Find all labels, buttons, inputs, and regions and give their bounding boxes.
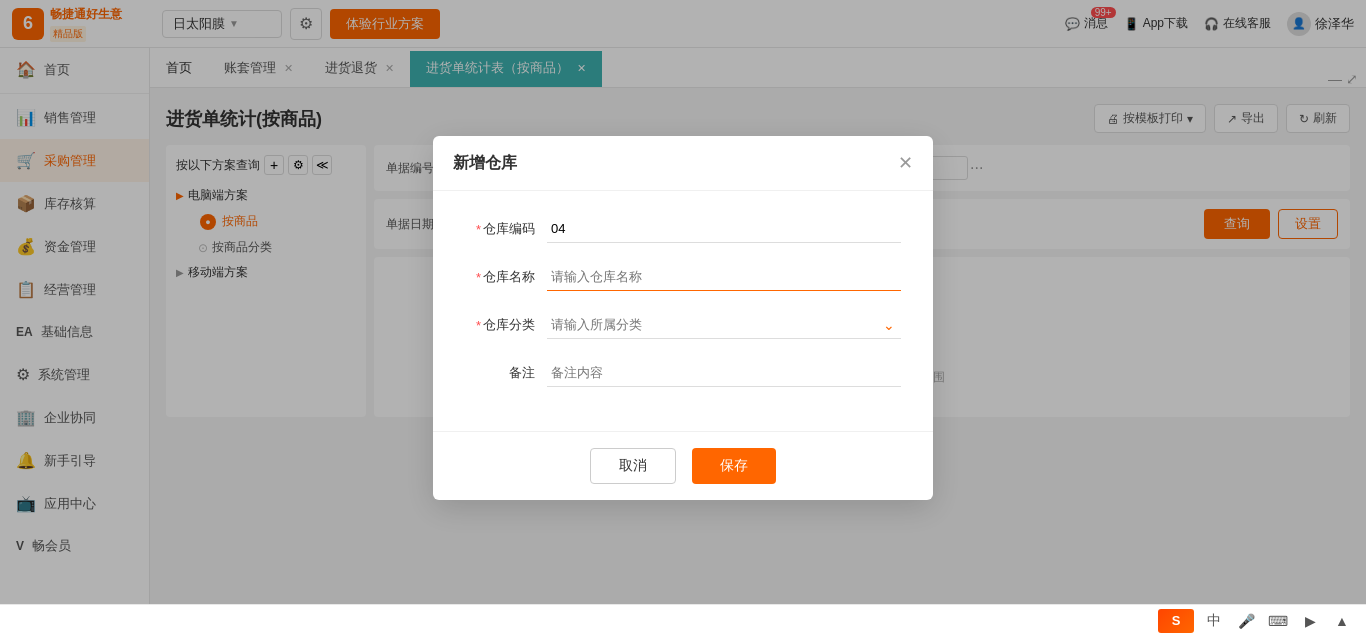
add-warehouse-modal: 新增仓库 ✕ * 仓库编码 * 仓库名称 bbox=[433, 136, 933, 500]
warehouse-code-input[interactable] bbox=[547, 215, 901, 243]
modal-header: 新增仓库 ✕ bbox=[433, 136, 933, 191]
play-icon[interactable]: ▶ bbox=[1298, 609, 1322, 633]
form-row-name: * 仓库名称 bbox=[465, 263, 901, 291]
required-star-cat: * bbox=[476, 318, 481, 333]
category-select-wrapper: ⌄ bbox=[547, 311, 901, 339]
bottom-bar: S 中 🎤 ⌨ ▶ ▲ bbox=[0, 604, 1366, 636]
warehouse-name-input[interactable] bbox=[547, 263, 901, 291]
cancel-button[interactable]: 取消 bbox=[590, 448, 676, 484]
modal-close-button[interactable]: ✕ bbox=[898, 152, 913, 174]
s-logo: S bbox=[1158, 609, 1194, 633]
modal-footer: 取消 保存 bbox=[433, 431, 933, 500]
required-star: * bbox=[476, 222, 481, 237]
warehouse-note-input[interactable] bbox=[547, 359, 901, 387]
name-label: * 仓库名称 bbox=[465, 268, 535, 286]
form-row-note: 备注 bbox=[465, 359, 901, 387]
keyboard-icon[interactable]: ⌨ bbox=[1266, 609, 1290, 633]
modal-title: 新增仓库 bbox=[453, 153, 517, 174]
up-icon[interactable]: ▲ bbox=[1330, 609, 1354, 633]
note-label: 备注 bbox=[465, 364, 535, 382]
category-label: * 仓库分类 bbox=[465, 316, 535, 334]
form-row-category: * 仓库分类 ⌄ bbox=[465, 311, 901, 339]
warehouse-category-input[interactable] bbox=[547, 311, 901, 339]
code-label: * 仓库编码 bbox=[465, 220, 535, 238]
modal-body: * 仓库编码 * 仓库名称 * 仓库分类 bbox=[433, 191, 933, 431]
chinese-input-icon[interactable]: 中 bbox=[1202, 609, 1226, 633]
form-row-code: * 仓库编码 bbox=[465, 215, 901, 243]
mic-icon[interactable]: 🎤 bbox=[1234, 609, 1258, 633]
required-star-name: * bbox=[476, 270, 481, 285]
save-button[interactable]: 保存 bbox=[692, 448, 776, 484]
modal-overlay: 新增仓库 ✕ * 仓库编码 * 仓库名称 bbox=[0, 0, 1366, 636]
